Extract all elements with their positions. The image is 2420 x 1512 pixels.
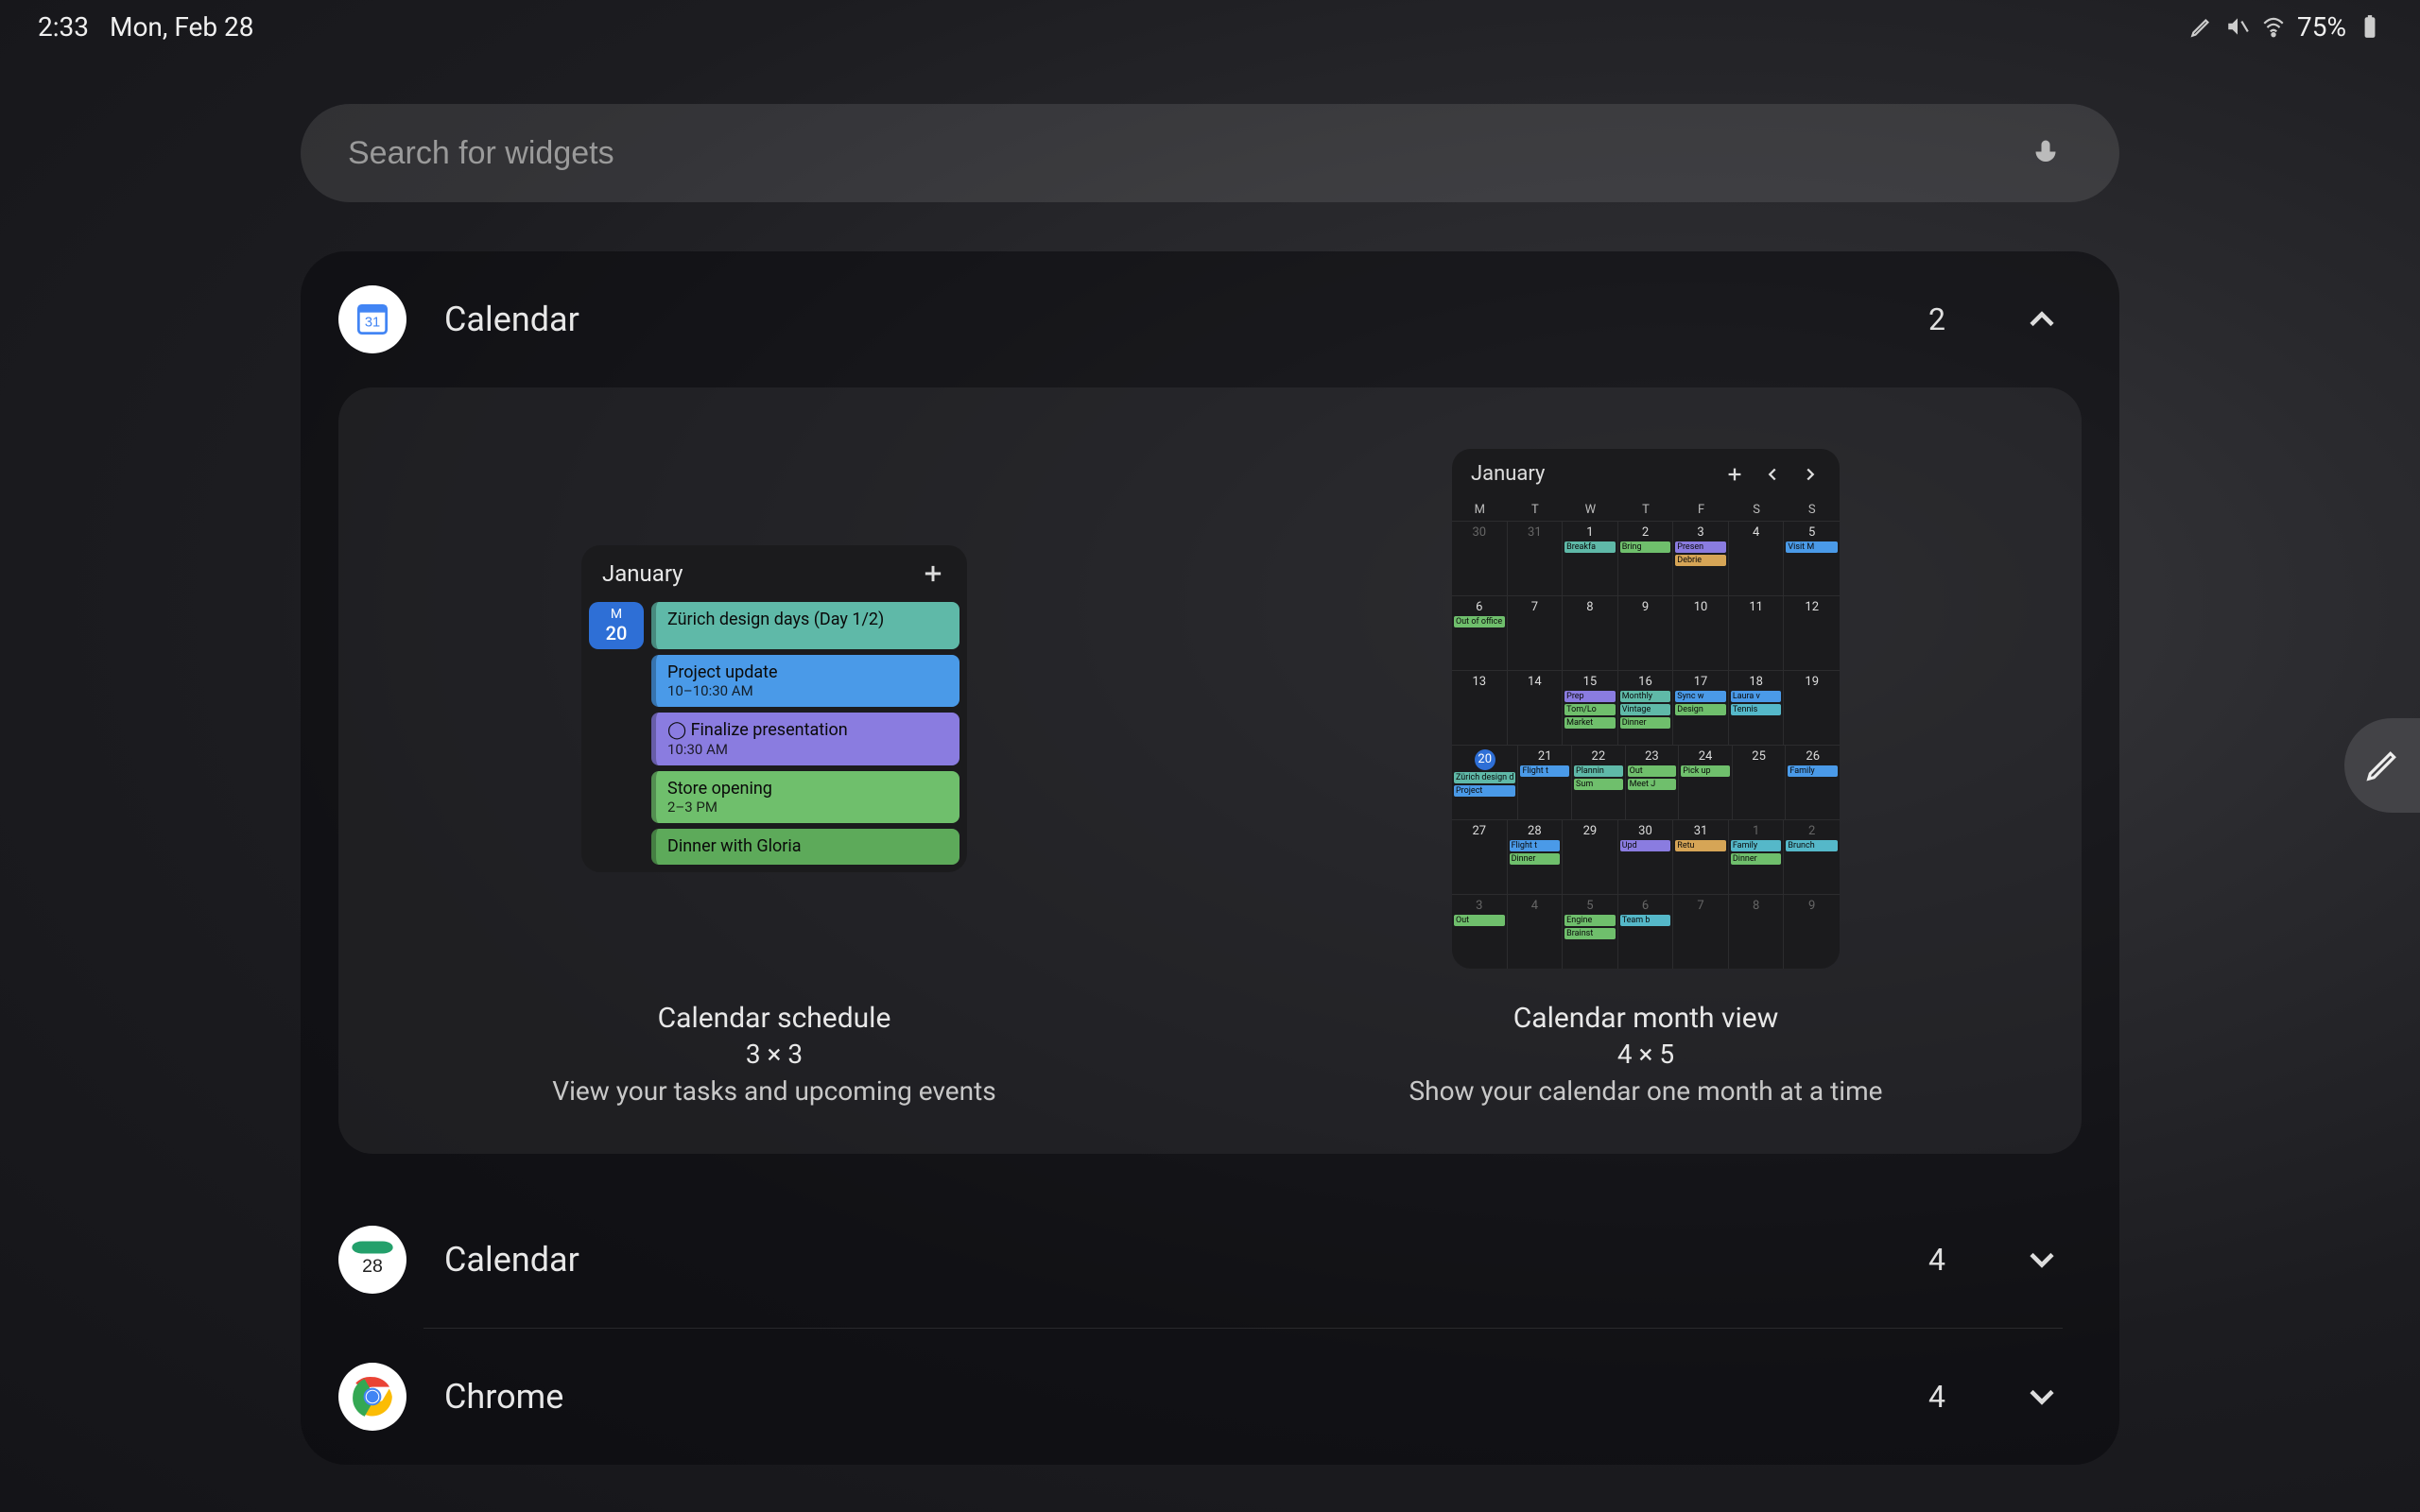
calendar-cell: 16MonthlyVintageDinner	[1618, 671, 1674, 745]
chevron-up-icon[interactable]	[2021, 299, 2063, 340]
day-pill: M20	[589, 602, 644, 648]
month-label: January	[1471, 462, 1707, 486]
calendar-cell: 6Out of office	[1452, 596, 1508, 670]
section-count: 2	[1928, 301, 1945, 337]
battery-icon	[2358, 14, 2382, 39]
battery-percent: 75%	[2297, 11, 2346, 43]
calendar-cell: 24Pick up	[1679, 746, 1733, 819]
calendar-cell: 18Laura vTennis	[1729, 671, 1785, 745]
svg-text:28: 28	[362, 1256, 383, 1277]
calendar-cell: 30	[1452, 522, 1508, 595]
chrome-icon	[338, 1363, 406, 1431]
chevron-down-icon[interactable]	[2021, 1239, 2063, 1280]
widget-calendar-schedule[interactable]: January M20Zürich design days (Day 1/2) P…	[338, 444, 1210, 1107]
calendar-cell: 2Brunch	[1784, 820, 1840, 894]
event-chip: Project update10–10:30 AM	[651, 655, 959, 708]
samsung-calendar-icon: 28	[338, 1226, 406, 1294]
calendar-cell: 7	[1508, 596, 1564, 670]
calendar-cell: 22PlanninSum	[1572, 746, 1626, 819]
edit-fab[interactable]	[2344, 718, 2420, 813]
calendar-cell: 6Team b	[1618, 895, 1674, 969]
calendar-cell: 31	[1508, 522, 1564, 595]
calendar-cell: 25	[1733, 746, 1787, 819]
calendar-cell: 2Bring	[1618, 522, 1674, 595]
calendar-cell: 31Retu	[1673, 820, 1729, 894]
calendar-cell: 19	[1784, 671, 1840, 745]
calendar-cell: 1FamilyDinner	[1729, 820, 1785, 894]
calendar-cell: 5Visit M	[1784, 522, 1840, 595]
calendar-cell: 28Flight tDinner	[1508, 820, 1564, 894]
calendar-cell: 8	[1563, 596, 1618, 670]
search-bar[interactable]	[301, 104, 2119, 202]
calendar-cell: 13	[1452, 671, 1508, 745]
calendar-cell: 5EngineBrainst	[1563, 895, 1618, 969]
mute-icon	[2225, 14, 2250, 39]
calendar-cell: 8	[1729, 895, 1785, 969]
calendar-cell: 4	[1508, 895, 1564, 969]
calendar-cell: 15PrepTom/LoMarket	[1563, 671, 1618, 745]
widget-description: View your tasks and upcoming events	[552, 1075, 995, 1107]
plus-icon	[1724, 464, 1745, 485]
calendar-cell: 3Out	[1452, 895, 1508, 969]
calendar-cell: 17Sync wDesign	[1673, 671, 1729, 745]
calendar-cell: 4	[1729, 522, 1785, 595]
widget-dimensions: 4 × 5	[1617, 1039, 1674, 1070]
calendar-cell: 14	[1508, 671, 1564, 745]
event-chip: Dinner with Gloria	[651, 829, 959, 865]
section-count: 4	[1928, 1242, 1945, 1278]
calendar-cell: 3PresenDebrie	[1673, 522, 1729, 595]
calendar-cell: 20Zürich design dProject	[1452, 746, 1518, 819]
calendar-cell: 1Breakfa	[1563, 522, 1618, 595]
calendar-cell: 30Upd	[1618, 820, 1674, 894]
calendar-cell: 11	[1729, 596, 1785, 670]
pen-icon	[2189, 14, 2214, 39]
svg-text:31: 31	[365, 315, 380, 330]
status-date: Mon, Feb 28	[110, 11, 254, 43]
widget-panel: 31 Calendar 2 January M20Zürich design d…	[301, 251, 2119, 1465]
event-chip: ◯ Finalize presentation10:30 AM	[651, 713, 959, 765]
calendar-cell: 9	[1784, 895, 1840, 969]
widget-description: Show your calendar one month at a time	[1409, 1075, 1883, 1107]
section-body-google-calendar: January M20Zürich design days (Day 1/2) P…	[338, 387, 2082, 1154]
status-bar: 2:33 Mon, Feb 28 75%	[0, 0, 2420, 53]
calendar-cell: 21Flight t	[1518, 746, 1572, 819]
schedule-month-label: January	[602, 560, 683, 587]
calendar-cell: 26Family	[1786, 746, 1840, 819]
schedule-preview: January M20Zürich design days (Day 1/2) P…	[581, 545, 967, 872]
widget-title: Calendar schedule	[658, 1002, 891, 1035]
google-calendar-icon: 31	[338, 285, 406, 353]
chevron-down-icon[interactable]	[2021, 1376, 2063, 1418]
widget-dimensions: 3 × 3	[746, 1039, 803, 1070]
wifi-icon	[2261, 14, 2286, 39]
calendar-cell: 9	[1618, 596, 1674, 670]
calendar-cell: 27	[1452, 820, 1508, 894]
chevron-right-icon	[1800, 464, 1821, 485]
calendar-cell: 12	[1784, 596, 1840, 670]
calendar-cell: 7	[1673, 895, 1729, 969]
event-chip: Zürich design days (Day 1/2)	[651, 602, 959, 648]
month-preview: January MTWTFSS 30311Breakfa2Bring3Prese…	[1452, 449, 1840, 969]
chevron-left-icon	[1762, 464, 1783, 485]
pencil-icon	[2364, 747, 2400, 783]
status-time: 2:33	[38, 11, 89, 43]
widget-title: Calendar month view	[1513, 1002, 1779, 1035]
section-count: 4	[1928, 1379, 1945, 1415]
calendar-cell: 29	[1563, 820, 1618, 894]
section-title: Calendar	[444, 1240, 1891, 1280]
section-title: Chrome	[444, 1377, 1891, 1417]
calendar-cell: 23OutMeet J	[1626, 746, 1680, 819]
section-title: Calendar	[444, 300, 1891, 339]
widget-calendar-month[interactable]: January MTWTFSS 30311Breakfa2Bring3Prese…	[1210, 444, 2082, 1107]
plus-icon	[920, 560, 946, 587]
section-header-chrome[interactable]: Chrome 4	[301, 1329, 2119, 1465]
search-input[interactable]	[348, 135, 2029, 172]
mic-icon[interactable]	[2029, 136, 2063, 170]
section-header-google-calendar[interactable]: 31 Calendar 2	[301, 251, 2119, 387]
event-chip: Store opening2–3 PM	[651, 771, 959, 824]
section-header-samsung-calendar[interactable]: 28 Calendar 4	[301, 1192, 2119, 1328]
calendar-cell: 10	[1673, 596, 1729, 670]
